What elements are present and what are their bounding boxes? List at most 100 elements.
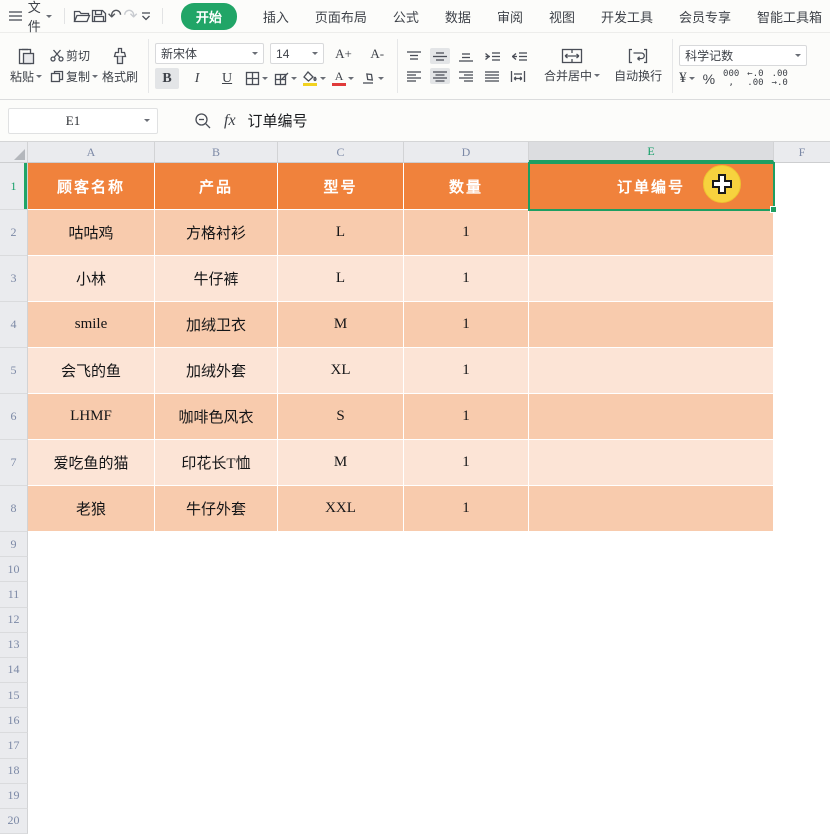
- chevron-down-icon[interactable]: [137, 119, 157, 122]
- row-header-18[interactable]: 18: [0, 759, 28, 784]
- cell-c7[interactable]: M: [278, 440, 404, 486]
- cell-e3[interactable]: [529, 256, 774, 302]
- empty-row[interactable]: [28, 809, 830, 834]
- row-header-10[interactable]: 10: [0, 557, 28, 582]
- row-header-13[interactable]: 13: [0, 633, 28, 658]
- row-header-4[interactable]: 4: [0, 302, 28, 348]
- empty-row[interactable]: [28, 658, 830, 683]
- align-top-icon[interactable]: [404, 48, 424, 64]
- header-cell-model[interactable]: 型号: [278, 163, 404, 210]
- column-header-a[interactable]: A: [28, 142, 155, 162]
- decrease-indent-icon[interactable]: [482, 48, 503, 64]
- zoom-formula-icon[interactable]: [194, 112, 212, 130]
- redo-icon[interactable]: ↷: [123, 5, 139, 27]
- empty-row[interactable]: [28, 582, 830, 607]
- customize-quick-toolbar-icon[interactable]: [138, 5, 154, 27]
- row-header-1[interactable]: 1: [0, 163, 28, 210]
- cut-button[interactable]: 剪切: [50, 47, 98, 64]
- bold-button[interactable]: B: [155, 68, 179, 89]
- justify-icon[interactable]: [482, 68, 502, 84]
- cell-e6[interactable]: [529, 394, 774, 440]
- name-box[interactable]: E1: [8, 108, 158, 134]
- column-header-c[interactable]: C: [278, 142, 404, 162]
- cell-a2[interactable]: 咕咕鸡: [28, 210, 155, 256]
- fx-icon[interactable]: fx: [224, 112, 236, 130]
- grow-font-button[interactable]: A+: [330, 43, 358, 64]
- format-painter-button[interactable]: 格式刷: [98, 37, 142, 95]
- wrap-text-button[interactable]: 自动换行: [610, 37, 666, 95]
- font-color-button[interactable]: A: [332, 71, 354, 86]
- row-header-17[interactable]: 17: [0, 733, 28, 758]
- empty-row[interactable]: [28, 633, 830, 658]
- cell-e8[interactable]: [529, 486, 774, 532]
- cell-c3[interactable]: L: [278, 256, 404, 302]
- paste-button[interactable]: 粘贴: [6, 37, 46, 95]
- cell-d6[interactable]: 1: [404, 394, 529, 440]
- empty-row[interactable]: [28, 708, 830, 733]
- cell-c8[interactable]: XXL: [278, 486, 404, 532]
- cell-b7[interactable]: 印花长T恤: [155, 440, 278, 486]
- row-header-7[interactable]: 7: [0, 440, 28, 486]
- cell-a7[interactable]: 爱吃鱼的猫: [28, 440, 155, 486]
- cell-a8[interactable]: 老狼: [28, 486, 155, 532]
- column-header-b[interactable]: B: [155, 142, 278, 162]
- empty-row[interactable]: [28, 784, 830, 809]
- row-header-5[interactable]: 5: [0, 348, 28, 394]
- open-folder-icon[interactable]: [73, 5, 91, 27]
- distributed-icon[interactable]: [508, 68, 528, 84]
- cell-d2[interactable]: 1: [404, 210, 529, 256]
- row-header-6[interactable]: 6: [0, 394, 28, 440]
- cell-b6[interactable]: 咖啡色风衣: [155, 394, 278, 440]
- cell-c4[interactable]: M: [278, 302, 404, 348]
- cell-a4[interactable]: smile: [28, 302, 155, 348]
- font-size-select[interactable]: 14: [270, 43, 324, 64]
- align-left-icon[interactable]: [404, 68, 424, 84]
- empty-row[interactable]: [28, 759, 830, 784]
- row-header-8[interactable]: 8: [0, 486, 28, 532]
- tab-membership[interactable]: 会员专享: [679, 7, 731, 26]
- select-all-corner[interactable]: [0, 142, 28, 162]
- cell-b5[interactable]: 加绒外套: [155, 348, 278, 394]
- empty-row[interactable]: [28, 557, 830, 582]
- row-header-12[interactable]: 12: [0, 608, 28, 633]
- cell-f8[interactable]: [774, 486, 830, 532]
- currency-button[interactable]: ¥: [679, 70, 695, 87]
- row-header-11[interactable]: 11: [0, 582, 28, 607]
- number-format-select[interactable]: 科学记数: [679, 45, 807, 66]
- cell-c2[interactable]: L: [278, 210, 404, 256]
- header-cell-quantity[interactable]: 数量: [404, 163, 529, 210]
- column-header-e-selected[interactable]: E: [529, 142, 774, 162]
- tab-developer[interactable]: 开发工具: [601, 7, 653, 26]
- tab-view[interactable]: 视图: [549, 7, 575, 26]
- row-header-9[interactable]: 9: [0, 532, 28, 557]
- cell-e7[interactable]: [529, 440, 774, 486]
- cell-f6[interactable]: [774, 394, 830, 440]
- cell-e5[interactable]: [529, 348, 774, 394]
- tab-smart-toolbox[interactable]: 智能工具箱: [757, 7, 822, 26]
- cell-b4[interactable]: 加绒卫衣: [155, 302, 278, 348]
- tab-page-layout[interactable]: 页面布局: [315, 7, 367, 26]
- cell-d3[interactable]: 1: [404, 256, 529, 302]
- row-header-2[interactable]: 2: [0, 210, 28, 256]
- font-name-select[interactable]: 新宋体: [155, 43, 264, 64]
- cell-c6[interactable]: S: [278, 394, 404, 440]
- merge-center-button[interactable]: 合并居中: [540, 37, 604, 95]
- cell-b2[interactable]: 方格衬衫: [155, 210, 278, 256]
- cell-a5[interactable]: 会飞的鱼: [28, 348, 155, 394]
- empty-row[interactable]: [28, 733, 830, 758]
- draw-border-button[interactable]: [274, 71, 297, 86]
- percent-button[interactable]: %: [703, 71, 715, 87]
- empty-row[interactable]: [28, 532, 830, 557]
- tab-data[interactable]: 数据: [445, 7, 471, 26]
- cell-b3[interactable]: 牛仔裤: [155, 256, 278, 302]
- cell-e2[interactable]: [529, 210, 774, 256]
- decrease-decimal-button[interactable]: ←.0 .00: [747, 70, 763, 88]
- cell-d8[interactable]: 1: [404, 486, 529, 532]
- hamburger-icon[interactable]: [8, 5, 24, 27]
- align-bottom-icon[interactable]: [456, 48, 476, 64]
- italic-button[interactable]: I: [185, 68, 209, 89]
- shrink-font-button[interactable]: A-: [363, 43, 391, 64]
- clear-format-button[interactable]: [360, 72, 384, 85]
- row-header-14[interactable]: 14: [0, 658, 28, 683]
- empty-row[interactable]: [28, 683, 830, 708]
